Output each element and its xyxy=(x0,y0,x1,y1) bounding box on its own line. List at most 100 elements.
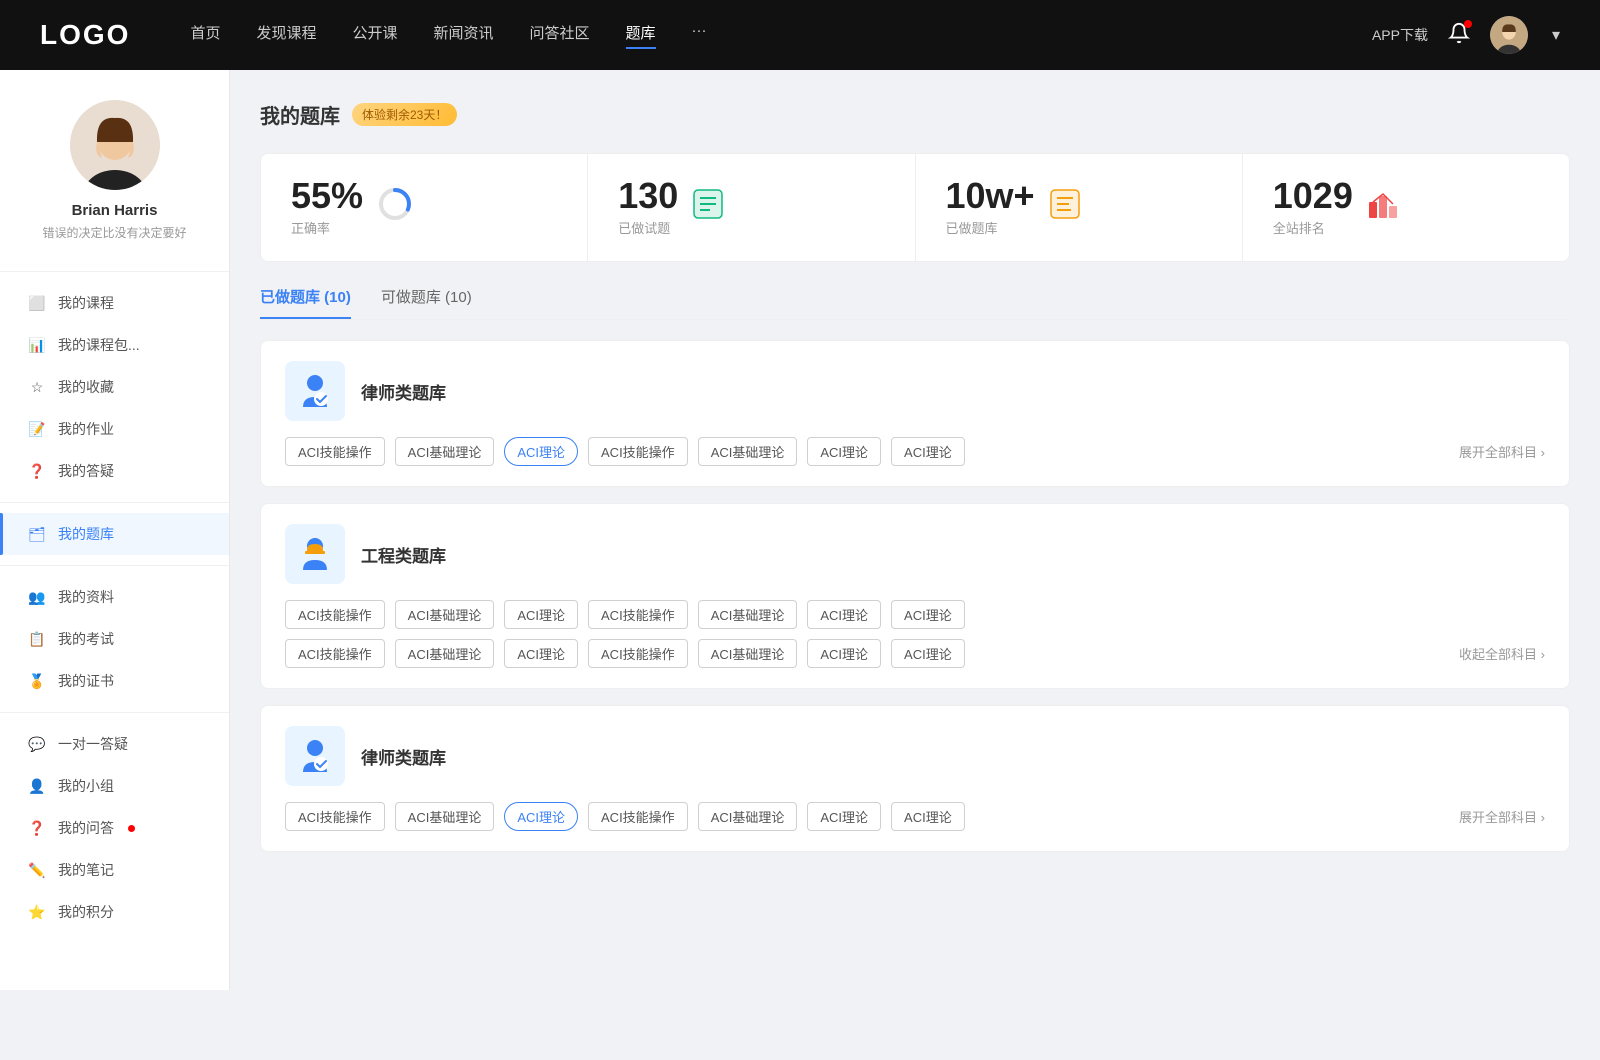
tag-4[interactable]: ACI基础理论 xyxy=(698,437,798,466)
eng-tag-5[interactable]: ACI理论 xyxy=(807,600,881,629)
bank-title-engineer: 工程类题库 xyxy=(361,542,446,567)
sidebar-item-favorites[interactable]: ☆ 我的收藏 xyxy=(0,366,229,408)
bank-card-engineer: 工程类题库 ACI技能操作 ACI基础理论 ACI理论 ACI技能操作 ACI基… xyxy=(260,503,1570,689)
page-wrap: Brian Harris 错误的决定比没有决定要好 ⬜ 我的课程 📊 我的课程包… xyxy=(0,70,1600,990)
sidebar-item-my-points[interactable]: ⭐ 我的积分 xyxy=(0,891,229,933)
sidebar: Brian Harris 错误的决定比没有决定要好 ⬜ 我的课程 📊 我的课程包… xyxy=(0,70,230,990)
eng-tag-2[interactable]: ACI理论 xyxy=(504,600,578,629)
nav-qa[interactable]: 问答社区 xyxy=(530,22,590,49)
eng-tag-r2-4[interactable]: ACI基础理论 xyxy=(698,639,798,668)
my-course-icon: ⬜ xyxy=(28,295,46,312)
sidebar-item-my-group[interactable]: 👤 我的小组 xyxy=(0,765,229,807)
eng-tag-3[interactable]: ACI技能操作 xyxy=(588,600,688,629)
l2-tag-5[interactable]: ACI理论 xyxy=(807,802,881,831)
sidebar-item-my-notes[interactable]: ✏️ 我的笔记 xyxy=(0,849,229,891)
tag-6[interactable]: ACI理论 xyxy=(891,437,965,466)
ranking-icon xyxy=(1367,188,1399,227)
lawyer-icon-1 xyxy=(285,361,345,421)
eng-tag-r2-3[interactable]: ACI技能操作 xyxy=(588,639,688,668)
sidebar-item-my-course[interactable]: ⬜ 我的课程 xyxy=(0,282,229,324)
homework-icon: 📝 xyxy=(28,421,46,438)
sidebar-item-my-materials[interactable]: 👥 我的资料 xyxy=(0,576,229,618)
my-exam-icon: 📋 xyxy=(28,631,46,648)
sidebar-avatar xyxy=(70,100,160,190)
accuracy-label: 正确率 xyxy=(291,218,363,237)
main-content: 我的题库 体验剩余23天！ 55% 正确率 130 xyxy=(230,70,1600,990)
tab-done-banks[interactable]: 已做题库 (10) xyxy=(260,286,351,319)
done-questions-value: 130 xyxy=(618,178,678,214)
sidebar-item-question-bank[interactable]: 🗂 我的题库 xyxy=(0,513,229,555)
sidebar-menu: ⬜ 我的课程 📊 我的课程包... ☆ 我的收藏 📝 我的作业 ❓ 我的答疑 xyxy=(0,282,229,933)
navbar: LOGO 首页 发现课程 公开课 新闻资讯 问答社区 题库 ··· APP下载 … xyxy=(0,0,1600,70)
notification-dot xyxy=(1464,20,1472,28)
user-dropdown-arrow[interactable]: ▾ xyxy=(1552,25,1560,45)
eng-tag-0[interactable]: ACI技能操作 xyxy=(285,600,385,629)
my-qa-icon: ❓ xyxy=(28,463,46,480)
stat-done-questions: 130 已做试题 xyxy=(588,154,915,261)
certificate-icon: 🏅 xyxy=(28,673,46,690)
eng-tag-r2-5[interactable]: ACI理论 xyxy=(807,639,881,668)
done-banks-icon xyxy=(1049,188,1081,227)
my-questions-icon: ❓ xyxy=(28,820,46,837)
user-avatar[interactable] xyxy=(1490,16,1528,54)
accuracy-value: 55% xyxy=(291,178,363,214)
expand-lawyer-2[interactable]: 展开全部科目 › xyxy=(1459,807,1545,826)
nav-more[interactable]: ··· xyxy=(692,22,707,49)
sidebar-profile: Brian Harris 错误的决定比没有决定要好 xyxy=(0,100,229,261)
expand-lawyer-1[interactable]: 展开全部科目 › xyxy=(1459,442,1545,461)
l2-tag-2-active[interactable]: ACI理论 xyxy=(504,802,578,831)
sidebar-item-my-questions[interactable]: ❓ 我的问答 xyxy=(0,807,229,849)
sidebar-item-course-package[interactable]: 📊 我的课程包... xyxy=(0,324,229,366)
notification-bell[interactable] xyxy=(1448,22,1470,49)
sidebar-item-certificate[interactable]: 🏅 我的证书 xyxy=(0,660,229,702)
nav-discover[interactable]: 发现课程 xyxy=(256,22,316,49)
tag-0[interactable]: ACI技能操作 xyxy=(285,437,385,466)
bank-card-lawyer-1: 律师类题库 ACI技能操作 ACI基础理论 ACI理论 ACI技能操作 ACI基… xyxy=(260,340,1570,487)
sidebar-item-my-exam[interactable]: 📋 我的考试 xyxy=(0,618,229,660)
favorites-icon: ☆ xyxy=(28,379,46,396)
eng-tag-6[interactable]: ACI理论 xyxy=(891,600,965,629)
nav-question-bank[interactable]: 题库 xyxy=(626,22,656,49)
bank-card-engineer-header: 工程类题库 xyxy=(285,524,1545,584)
navbar-right: APP下载 ▾ xyxy=(1372,16,1560,54)
nav-open-course[interactable]: 公开课 xyxy=(352,22,397,49)
eng-tag-r2-1[interactable]: ACI基础理论 xyxy=(395,639,495,668)
bank-title-lawyer-1: 律师类题库 xyxy=(361,379,446,404)
nav-news[interactable]: 新闻资讯 xyxy=(434,22,494,49)
collapse-engineer[interactable]: 收起全部科目 › xyxy=(1459,644,1545,663)
l2-tag-0[interactable]: ACI技能操作 xyxy=(285,802,385,831)
main-header: 我的题库 体验剩余23天！ xyxy=(260,100,1570,129)
sidebar-divider-1 xyxy=(0,271,229,272)
eng-tag-4[interactable]: ACI基础理论 xyxy=(698,600,798,629)
lawyer-icon-2 xyxy=(285,726,345,786)
nav-home[interactable]: 首页 xyxy=(190,22,220,49)
tag-5[interactable]: ACI理论 xyxy=(807,437,881,466)
l2-tag-6[interactable]: ACI理论 xyxy=(891,802,965,831)
bank-tags-lawyer-1: ACI技能操作 ACI基础理论 ACI理论 ACI技能操作 ACI基础理论 AC… xyxy=(285,437,1545,466)
tag-1[interactable]: ACI基础理论 xyxy=(395,437,495,466)
eng-tag-r2-0[interactable]: ACI技能操作 xyxy=(285,639,385,668)
sidebar-item-homework[interactable]: 📝 我的作业 xyxy=(0,408,229,450)
l2-tag-4[interactable]: ACI基础理论 xyxy=(698,802,798,831)
l2-tag-1[interactable]: ACI基础理论 xyxy=(395,802,495,831)
tabs-row: 已做题库 (10) 可做题库 (10) xyxy=(260,286,1570,320)
page-title: 我的题库 xyxy=(260,100,340,129)
course-package-icon: 📊 xyxy=(28,337,46,354)
sidebar-divider-2 xyxy=(0,502,229,503)
eng-tag-r2-2[interactable]: ACI理论 xyxy=(504,639,578,668)
sidebar-username: Brian Harris xyxy=(20,202,209,219)
eng-tag-r2-6[interactable]: ACI理论 xyxy=(891,639,965,668)
sidebar-divider-4 xyxy=(0,712,229,713)
tag-2-active[interactable]: ACI理论 xyxy=(504,437,578,466)
stat-accuracy: 55% 正确率 xyxy=(261,154,588,261)
logo[interactable]: LOGO xyxy=(40,19,130,51)
app-download-btn[interactable]: APP下载 xyxy=(1372,25,1428,45)
ranking-label: 全站排名 xyxy=(1273,218,1353,237)
bank-tags-lawyer-2: ACI技能操作 ACI基础理论 ACI理论 ACI技能操作 ACI基础理论 AC… xyxy=(285,802,1545,831)
sidebar-item-1on1[interactable]: 💬 一对一答疑 xyxy=(0,723,229,765)
tab-available-banks[interactable]: 可做题库 (10) xyxy=(381,286,472,319)
l2-tag-3[interactable]: ACI技能操作 xyxy=(588,802,688,831)
tag-3[interactable]: ACI技能操作 xyxy=(588,437,688,466)
sidebar-item-my-qa[interactable]: ❓ 我的答疑 xyxy=(0,450,229,492)
eng-tag-1[interactable]: ACI基础理论 xyxy=(395,600,495,629)
